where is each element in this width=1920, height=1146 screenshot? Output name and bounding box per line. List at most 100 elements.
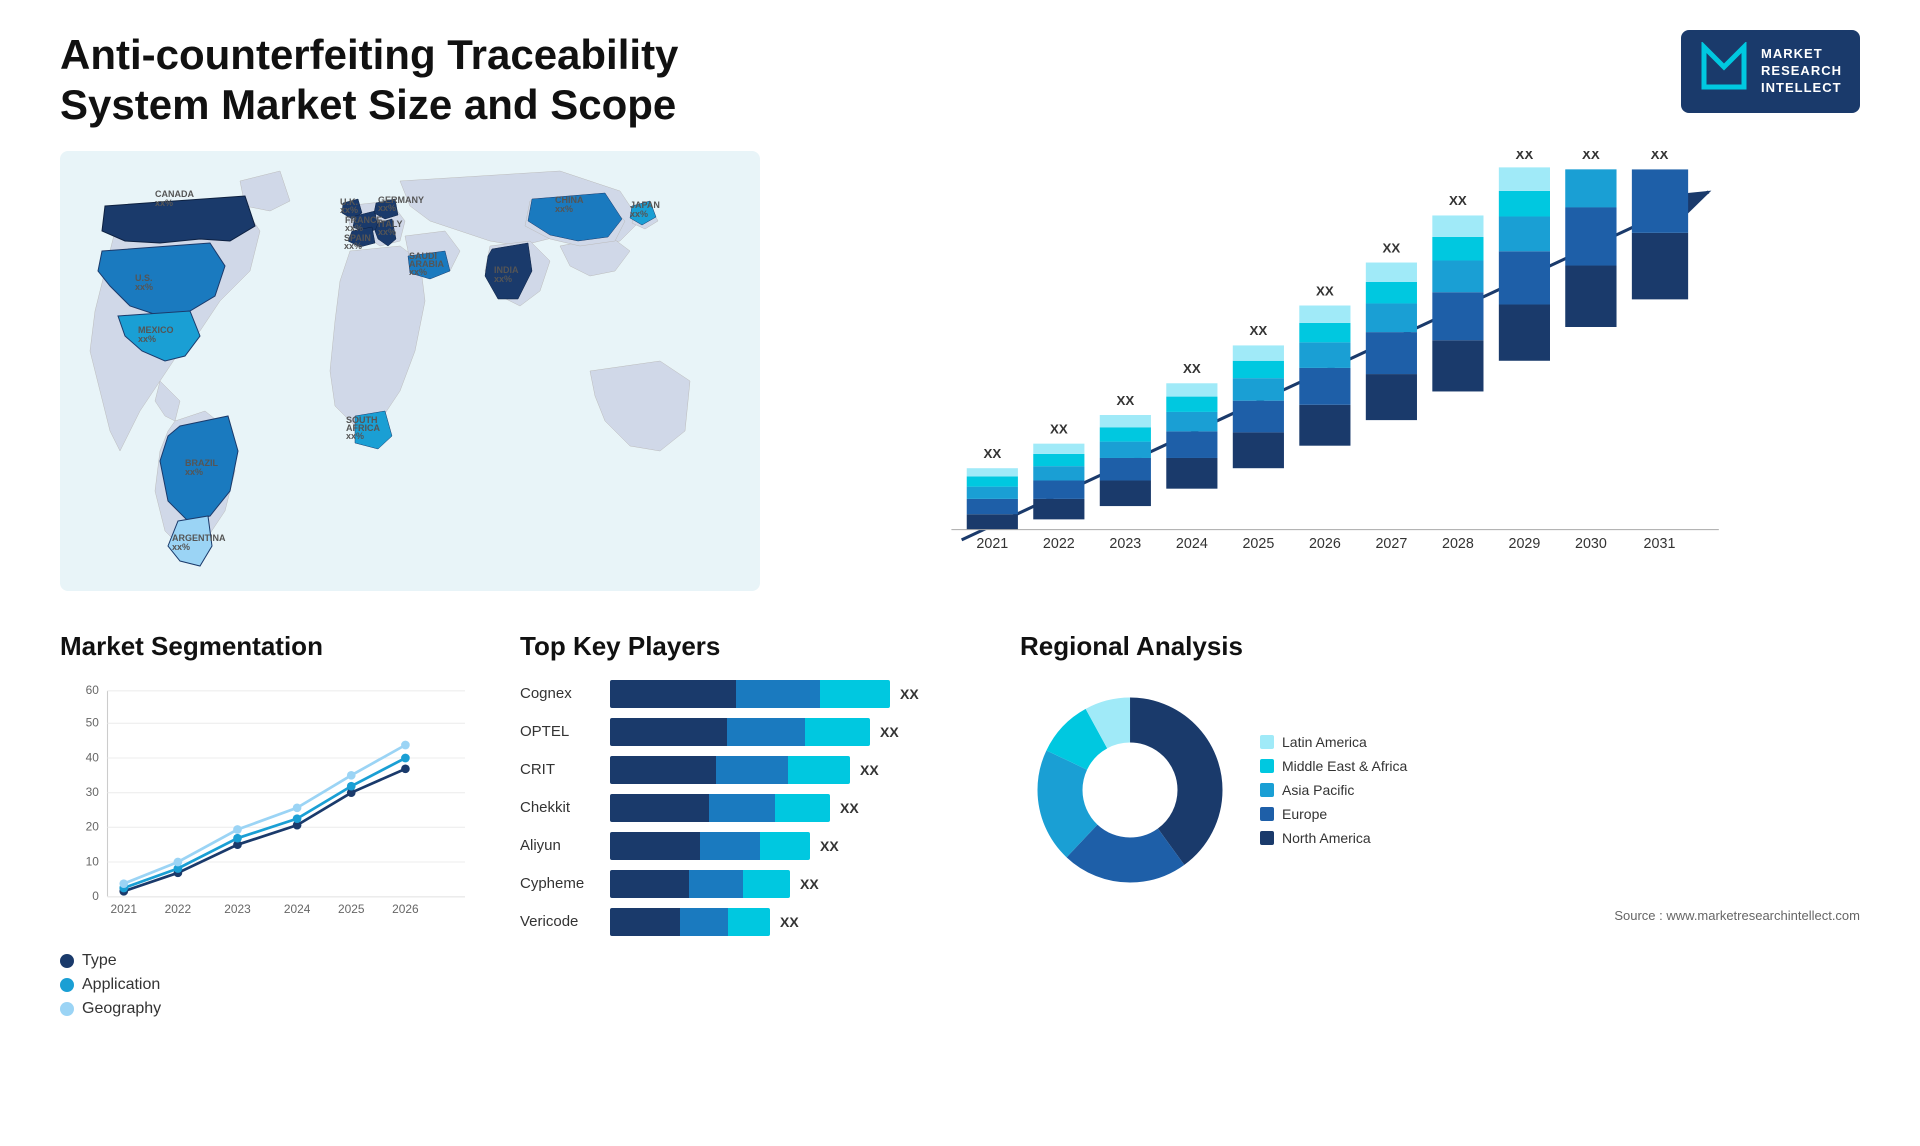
legend-color-na (1260, 831, 1274, 845)
svg-text:XX: XX (983, 446, 1001, 461)
legend-dot-type (60, 954, 74, 968)
legend-color-europe (1260, 807, 1274, 821)
player-bar-wrap-optel: XX (610, 718, 980, 746)
map-area: CANADA xx% U.S. xx% MEXICO xx% BRAZIL xx… (60, 151, 760, 591)
svg-text:2029: 2029 (1508, 536, 1540, 552)
svg-text:xx%: xx% (378, 227, 396, 237)
logo-area: MARKET RESEARCH INTELLECT (1681, 30, 1860, 113)
bottom-section: Market Segmentation 0 10 (60, 631, 1860, 1018)
svg-text:XX: XX (1316, 283, 1334, 298)
player-row-cypheme: Cypheme XX (520, 870, 980, 898)
player-bar-wrap-crit: XX (610, 756, 980, 784)
svg-text:XX: XX (1183, 361, 1201, 376)
svg-text:xx%: xx% (345, 223, 363, 233)
svg-text:2023: 2023 (224, 902, 251, 916)
svg-text:2022: 2022 (1043, 536, 1075, 552)
svg-text:50: 50 (86, 715, 100, 729)
svg-text:XX: XX (1116, 393, 1134, 408)
svg-text:2024: 2024 (284, 902, 311, 916)
svg-text:xx%: xx% (172, 542, 190, 552)
player-name-optel: OPTEL (520, 723, 600, 740)
legend-latin-america: Latin America (1260, 734, 1407, 750)
logo-box: MARKET RESEARCH INTELLECT (1681, 30, 1860, 113)
legend-application: Application (60, 976, 480, 994)
player-bar-wrap-chekkit: XX (610, 794, 980, 822)
legend-type: Type (60, 952, 480, 970)
segmentation-title: Market Segmentation (60, 631, 480, 662)
player-bar-cognex (610, 680, 890, 708)
legend-dot-application (60, 978, 74, 992)
legend-north-america: North America (1260, 830, 1407, 846)
top-section: CANADA xx% U.S. xx% MEXICO xx% BRAZIL xx… (60, 151, 1860, 591)
logo-text: MARKET RESEARCH INTELLECT (1761, 46, 1842, 97)
segmentation-area: Market Segmentation 0 10 (60, 631, 480, 1018)
svg-text:XX: XX (1516, 151, 1534, 162)
player-bar-vericode (610, 908, 770, 936)
donut-chart-svg (1020, 680, 1240, 900)
svg-text:xx%: xx% (378, 203, 396, 213)
player-row-crit: CRIT XX (520, 756, 980, 784)
regional-title: Regional Analysis (1020, 631, 1860, 662)
svg-text:30: 30 (86, 785, 100, 799)
player-name-vericode: Vericode (520, 913, 600, 930)
svg-text:XX: XX (1050, 421, 1068, 436)
player-bar-wrap-vericode: XX (610, 908, 980, 936)
legend-color-mea (1260, 759, 1274, 773)
svg-text:2021: 2021 (111, 902, 138, 916)
page-container: Anti-counterfeiting Traceability System … (0, 0, 1920, 1146)
svg-text:2026: 2026 (392, 902, 419, 916)
player-bar-crit (610, 756, 850, 784)
donut-legend: Latin America Middle East & Africa Asia … (1260, 734, 1407, 846)
svg-text:60: 60 (86, 683, 100, 697)
svg-text:40: 40 (86, 750, 100, 764)
svg-text:20: 20 (86, 819, 100, 833)
svg-text:xx%: xx% (555, 204, 573, 214)
regional-area: Regional Analysis (1020, 631, 1860, 923)
svg-text:10: 10 (86, 854, 100, 868)
world-map-svg: CANADA xx% U.S. xx% MEXICO xx% BRAZIL xx… (60, 151, 760, 591)
svg-text:xx%: xx% (185, 467, 203, 477)
svg-text:0: 0 (92, 889, 99, 903)
legend-geography: Geography (60, 1000, 480, 1018)
player-name-cypheme: Cypheme (520, 875, 600, 892)
svg-text:XX: XX (1651, 151, 1669, 162)
svg-text:2027: 2027 (1375, 536, 1407, 552)
svg-text:xx%: xx% (155, 198, 173, 208)
legend-middle-east: Middle East & Africa (1260, 758, 1407, 774)
logo-letter (1699, 42, 1749, 101)
player-row-optel: OPTEL XX (520, 718, 980, 746)
svg-text:2030: 2030 (1575, 536, 1607, 552)
svg-text:2023: 2023 (1109, 536, 1141, 552)
player-bar-optel (610, 718, 870, 746)
segmentation-legend: Type Application Geography (60, 952, 480, 1018)
donut-container: Latin America Middle East & Africa Asia … (1020, 680, 1860, 900)
player-bar-aliyun (610, 832, 810, 860)
legend-europe: Europe (1260, 806, 1407, 822)
svg-text:xx%: xx% (344, 241, 362, 251)
legend-dot-geography (60, 1002, 74, 1016)
player-name-crit: CRIT (520, 761, 600, 778)
svg-text:xx%: xx% (494, 274, 512, 284)
growth-chart-area: XX XX XX XX (800, 151, 1860, 591)
player-name-cognex: Cognex (520, 685, 600, 702)
svg-text:2031: 2031 (1644, 536, 1676, 552)
svg-text:XX: XX (1449, 193, 1467, 208)
legend-asia-pacific: Asia Pacific (1260, 782, 1407, 798)
svg-text:2022: 2022 (165, 902, 192, 916)
segmentation-chart: 0 10 20 30 40 50 60 (60, 680, 480, 940)
player-bar-chekkit (610, 794, 830, 822)
page-title: Anti-counterfeiting Traceability System … (60, 30, 760, 131)
player-row-vericode: Vericode XX (520, 908, 980, 936)
svg-text:2028: 2028 (1442, 536, 1474, 552)
svg-text:2021: 2021 (976, 536, 1008, 552)
players-list: Cognex XX OPTEL (520, 680, 980, 936)
svg-text:xx%: xx% (409, 267, 427, 277)
player-row-cognex: Cognex XX (520, 680, 980, 708)
player-bar-wrap-aliyun: XX (610, 832, 980, 860)
header: Anti-counterfeiting Traceability System … (60, 30, 1860, 131)
svg-text:xx%: xx% (346, 431, 364, 441)
player-bar-wrap-cypheme: XX (610, 870, 980, 898)
svg-text:2025: 2025 (1242, 536, 1274, 552)
svg-text:XX: XX (1383, 240, 1401, 255)
svg-text:2024: 2024 (1176, 536, 1208, 552)
